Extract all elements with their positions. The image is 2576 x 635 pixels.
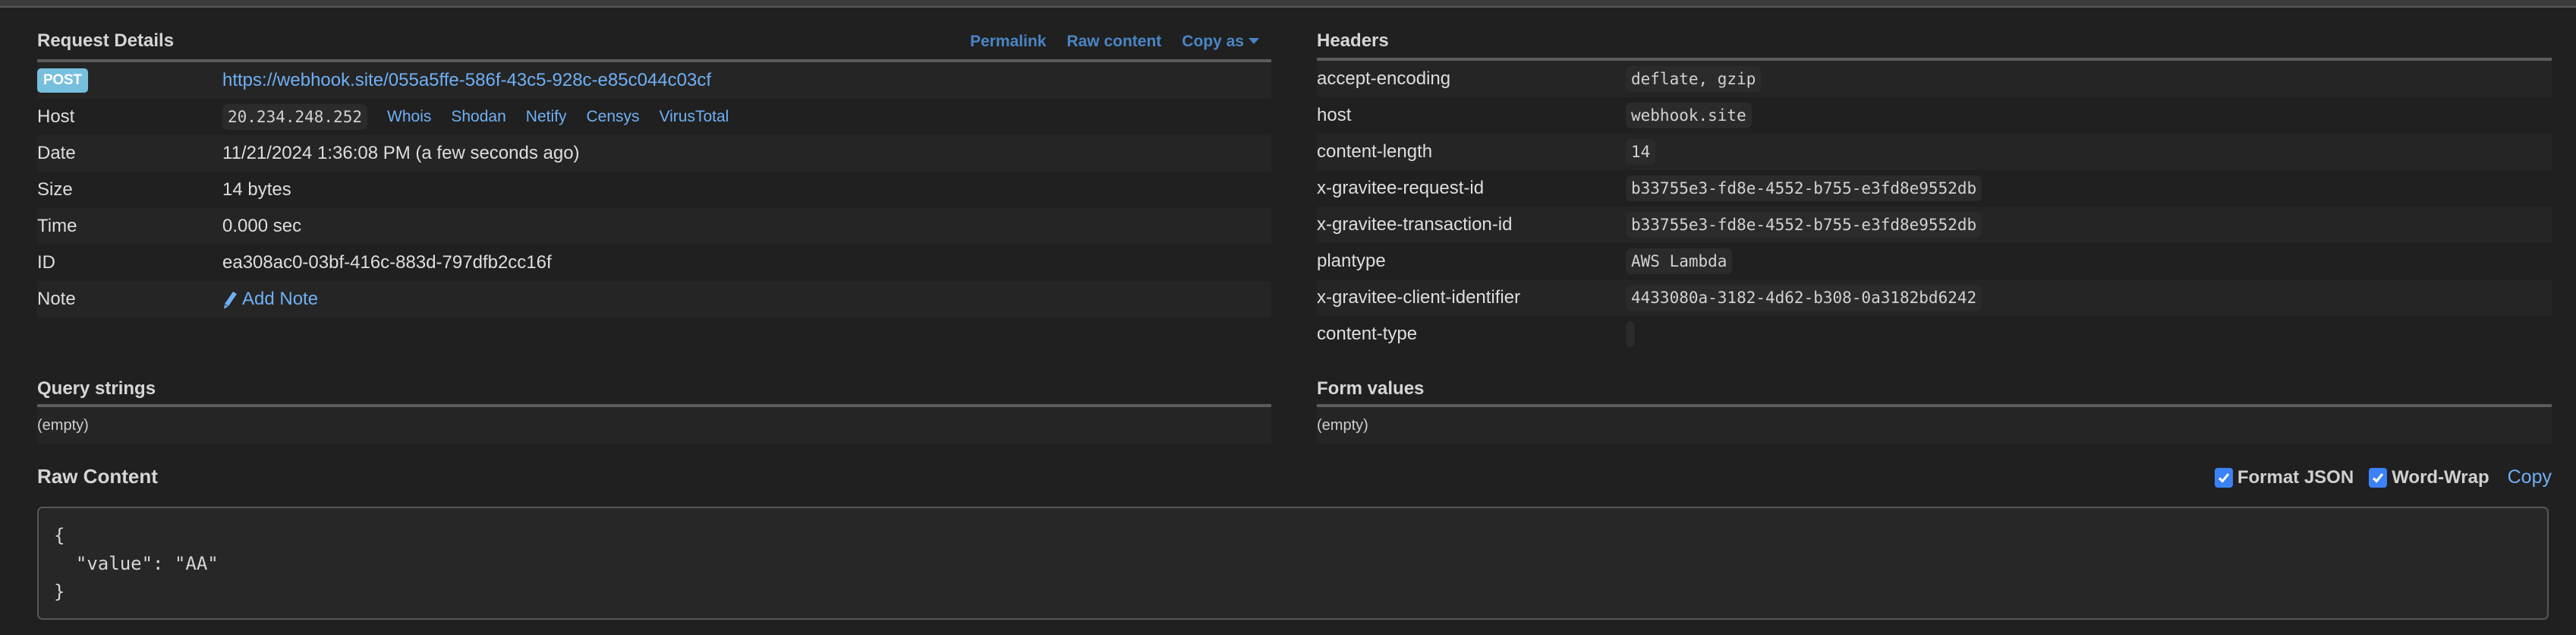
- header-value: 4433080a-3182-4d62-b308-0a3182bd6242: [1626, 285, 1982, 311]
- netify-link[interactable]: Netify: [526, 108, 567, 126]
- request-url-link[interactable]: https://webhook.site/055a5ffe-586f-43c5-…: [222, 70, 711, 91]
- headers-panel: Headers accept-encoding deflate, gzip hos…: [1317, 29, 2552, 352]
- top-bar: [0, 0, 2576, 8]
- header-value: [1626, 321, 1635, 347]
- header-row: x-gravitee-request-id b33755e3-fd8e-4552-…: [1317, 170, 2552, 207]
- header-value: 14: [1626, 139, 1656, 165]
- headers-table: accept-encoding deflate, gzip host webhook…: [1317, 61, 2552, 352]
- id-value: ea308ac0-03bf-416c-883d-797dfb2cc16f: [222, 252, 552, 273]
- host-lookup-links: Whois Shodan Netify Censys VirusTotal: [387, 108, 729, 126]
- form-values-title: Form values: [1317, 378, 1425, 399]
- time-label: Time: [37, 216, 77, 236]
- headers-title: Headers: [1317, 30, 1389, 51]
- query-strings-title: Query strings: [37, 378, 156, 399]
- add-note-label: Add Note: [242, 289, 319, 309]
- header-name: x-gravitee-transaction-id: [1317, 214, 1513, 235]
- raw-content-body: { "value": "AA" }: [54, 525, 219, 602]
- shodan-link[interactable]: Shodan: [451, 108, 505, 126]
- header-name: x-gravitee-request-id: [1317, 178, 1485, 198]
- header-row: content-type: [1317, 316, 2552, 352]
- id-label: ID: [37, 252, 55, 273]
- header-name: host: [1317, 105, 1352, 125]
- header-row: accept-encoding deflate, gzip: [1317, 61, 2552, 97]
- raw-content-link[interactable]: Raw content: [1066, 33, 1161, 51]
- header-row: plantype AWS Lambda: [1317, 243, 2552, 280]
- size-row: Size 14 bytes: [37, 172, 1271, 208]
- header-value: webhook.site: [1626, 103, 1752, 128]
- virustotal-link[interactable]: VirusTotal: [660, 108, 729, 126]
- host-row: Host 20.234.248.252 Whois Shodan Netify …: [37, 99, 1271, 135]
- request-details-panel: Request Details Permalink Raw content Co…: [37, 29, 1271, 318]
- header-row: x-gravitee-client-identifier 4433080a-318…: [1317, 280, 2552, 316]
- date-value: 11/21/2024 1:36:08 PM (a few seconds ago…: [222, 143, 580, 163]
- header-value: b33755e3-fd8e-4552-b755-e3fd8e9552db: [1626, 212, 1982, 238]
- form-values-empty: (empty): [1317, 407, 2552, 444]
- permalink-link[interactable]: Permalink: [970, 33, 1046, 51]
- raw-content-title: Raw Content: [37, 465, 158, 488]
- raw-content-tools: Format JSON Word-Wrap Copy: [2214, 466, 2552, 488]
- url-row: POST https://webhook.site/055a5ffe-586f-…: [37, 62, 1271, 99]
- host-label: Host: [37, 106, 75, 127]
- size-value: 14 bytes: [222, 179, 291, 200]
- header-value: AWS Lambda: [1626, 248, 1733, 274]
- date-row: Date 11/21/2024 1:36:08 PM (a few second…: [37, 135, 1271, 172]
- header-name: x-gravitee-client-identifier: [1317, 287, 1521, 308]
- query-strings-empty: (empty): [37, 407, 1271, 444]
- add-note-button[interactable]: Add Note: [222, 289, 318, 310]
- copy-button[interactable]: Copy: [2508, 466, 2552, 488]
- id-row: ID ea308ac0-03bf-416c-883d-797dfb2cc16f: [37, 245, 1271, 281]
- raw-content-box[interactable]: { "value": "AA" }: [37, 507, 2549, 620]
- censys-link[interactable]: Censys: [586, 108, 639, 126]
- copy-as-dropdown[interactable]: Copy as: [1182, 33, 1259, 51]
- header-value: b33755e3-fd8e-4552-b755-e3fd8e9552db: [1626, 175, 1982, 201]
- header-row: content-length 14: [1317, 134, 2552, 170]
- checkbox-checked-icon: [2369, 467, 2388, 488]
- header-name: content-type: [1317, 324, 1418, 344]
- note-row: Note Add Note: [37, 281, 1271, 318]
- header-value: deflate, gzip: [1626, 66, 1762, 92]
- host-ip: 20.234.248.252: [222, 104, 368, 130]
- copy-as-label: Copy as: [1182, 33, 1244, 50]
- method-badge: POST: [37, 68, 88, 93]
- word-wrap-checkbox[interactable]: Word-Wrap: [2369, 467, 2489, 488]
- time-row: Time 0.000 sec: [37, 208, 1271, 245]
- caret-down-icon: [1249, 38, 1259, 44]
- header-row: x-gravitee-transaction-id b33755e3-fd8e-4…: [1317, 207, 2552, 243]
- request-details-table: POST https://webhook.site/055a5ffe-586f-…: [37, 62, 1271, 318]
- header-name: plantype: [1317, 251, 1386, 271]
- format-json-label: Format JSON: [2237, 466, 2354, 488]
- query-strings-panel: Query strings (empty): [37, 374, 1271, 444]
- form-values-panel: Form values (empty): [1317, 374, 2552, 444]
- header-row: host webhook.site: [1317, 97, 2552, 134]
- checkbox-checked-icon: [2214, 467, 2233, 488]
- header-name: content-length: [1317, 141, 1433, 162]
- pencil-icon: [224, 291, 237, 309]
- size-label: Size: [37, 179, 73, 200]
- header-name: accept-encoding: [1317, 68, 1451, 89]
- request-details-title: Request Details: [37, 30, 175, 51]
- note-label: Note: [37, 289, 76, 309]
- whois-link[interactable]: Whois: [387, 108, 431, 126]
- date-label: Date: [37, 143, 76, 163]
- raw-content-header: Raw Content Format JSON Word-Wrap Copy: [37, 460, 2552, 494]
- format-json-checkbox[interactable]: Format JSON: [2214, 466, 2354, 488]
- word-wrap-label: Word-Wrap: [2392, 466, 2489, 488]
- request-actions: Permalink Raw content Copy as: [970, 33, 1259, 51]
- time-value: 0.000 sec: [222, 216, 302, 236]
